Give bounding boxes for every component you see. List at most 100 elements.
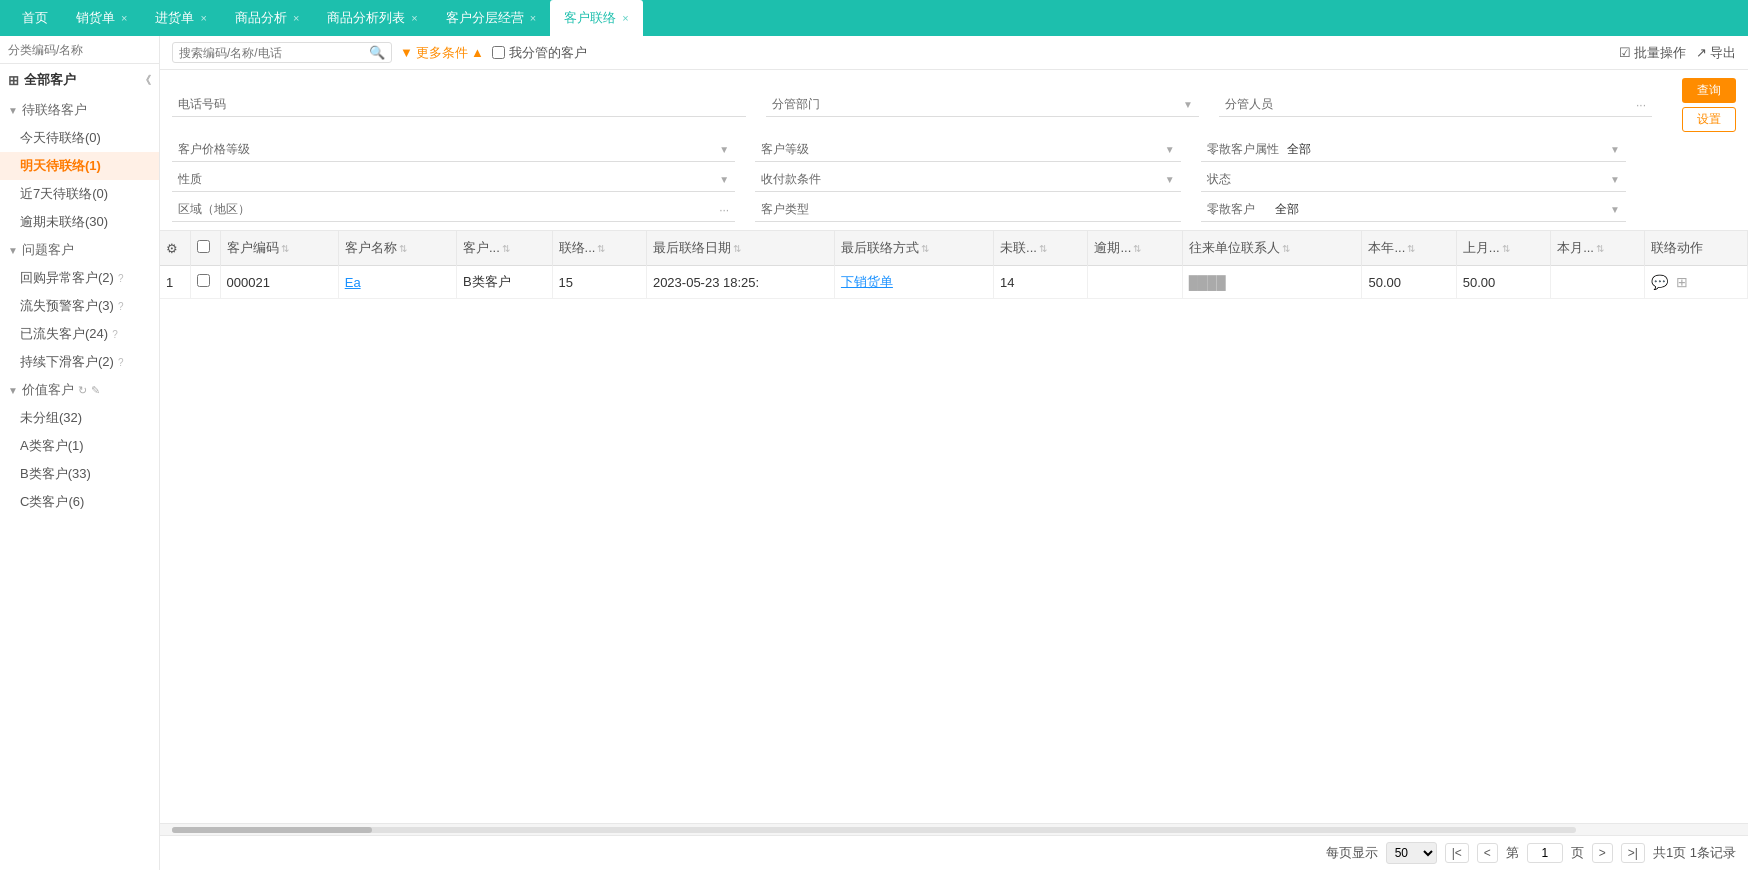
nav-item-analysis[interactable]: 商品分析 ×	[221, 0, 313, 36]
sidebar-item-7days[interactable]: 近7天待联络(0)	[0, 180, 159, 208]
refresh-icon[interactable]: ↻	[78, 384, 87, 397]
select-all-checkbox[interactable]	[197, 240, 210, 253]
cell-name[interactable]: Ea	[338, 266, 456, 299]
last-method-link[interactable]: 下销货单	[841, 274, 893, 289]
filter-retail-attr[interactable]: 零散客户属性 全部 ▼	[1201, 138, 1626, 162]
col-overdue[interactable]: 逾期...⇅	[1088, 231, 1182, 266]
row-checkbox[interactable]	[197, 274, 210, 287]
sidebar-item-overdue[interactable]: 逾期未联络(30)	[0, 208, 159, 236]
retail-customer-dropdown-icon[interactable]: ▼	[1610, 204, 1620, 215]
qr-icon[interactable]: ⊞	[1676, 274, 1688, 290]
collapse-icon[interactable]: 《	[140, 73, 151, 88]
col-this-year[interactable]: 本年...⇅	[1362, 231, 1456, 266]
col-checkbox[interactable]	[190, 231, 220, 266]
sort-uncontacted-icon: ⇅	[1039, 243, 1047, 254]
close-sales-icon[interactable]: ×	[121, 12, 127, 24]
col-type[interactable]: 客户...⇅	[456, 231, 552, 266]
sidebar-search-input[interactable]	[8, 43, 158, 57]
close-analysis-list-icon[interactable]: ×	[411, 12, 417, 24]
my-customers-checkbox[interactable]	[492, 46, 505, 59]
col-contact-person[interactable]: 往来单位联系人⇅	[1182, 231, 1362, 266]
nav-item-analysis-list[interactable]: 商品分析列表 ×	[313, 0, 431, 36]
close-purchase-icon[interactable]: ×	[200, 12, 206, 24]
nav-item-customer-contact[interactable]: 客户联络 ×	[550, 0, 642, 36]
my-customers-checkbox-label[interactable]: 我分管的客户	[492, 44, 587, 62]
filter-region[interactable]: 区域（地区） ···	[172, 198, 735, 222]
nav-item-purchase[interactable]: 进货单 ×	[141, 0, 220, 36]
col-last-date[interactable]: 最后联络日期⇅	[646, 231, 834, 266]
edit-group-icon[interactable]: ✎	[91, 384, 100, 397]
filter-customer-level[interactable]: 客户等级 ▼	[755, 138, 1180, 162]
payment-dropdown-icon[interactable]: ▼	[1165, 174, 1175, 185]
filter-status[interactable]: 状态 ▼	[1201, 168, 1626, 192]
col-settings[interactable]: ⚙	[160, 231, 190, 266]
help-icon3[interactable]: ?	[112, 329, 118, 340]
nav-item-home[interactable]: 首页	[8, 0, 62, 36]
scrollbar-thumb[interactable]	[172, 827, 372, 833]
toolbar-search-button[interactable]: 🔍	[369, 45, 385, 60]
sidebar-item-tomorrow[interactable]: 明天待联络(1)	[0, 152, 159, 180]
sidebar-item-churned[interactable]: 已流失客户(24) ?	[0, 320, 159, 348]
filter-dept[interactable]: 分管部门 ▼	[766, 93, 1199, 117]
col-code[interactable]: 客户编码⇅	[220, 231, 338, 266]
person-dots-icon[interactable]: ···	[1636, 98, 1646, 112]
sidebar-item-class-a[interactable]: A类客户(1)	[0, 432, 159, 460]
message-icon[interactable]: 💬	[1651, 274, 1668, 290]
query-button[interactable]: 查询	[1682, 78, 1736, 103]
horizontal-scrollbar[interactable]	[160, 823, 1748, 835]
next-page-btn[interactable]: >	[1592, 843, 1613, 863]
customer-level-dropdown-icon[interactable]: ▼	[1165, 144, 1175, 155]
filter-customer-type[interactable]: 客户类型	[755, 198, 1180, 222]
col-name[interactable]: 客户名称⇅	[338, 231, 456, 266]
nav-item-sales[interactable]: 销货单 ×	[62, 0, 141, 36]
sidebar-item-unclassified[interactable]: 未分组(32)	[0, 404, 159, 432]
help-icon1[interactable]: ?	[118, 273, 124, 284]
close-analysis-icon[interactable]: ×	[293, 12, 299, 24]
sidebar-item-class-c[interactable]: C类客户(6)	[0, 488, 159, 516]
filter-retail-customer[interactable]: 零散客户 全部 ▼	[1201, 198, 1626, 222]
col-this-month[interactable]: 本月...⇅	[1551, 231, 1645, 266]
per-page-select[interactable]: 50 100 200	[1386, 842, 1437, 864]
sidebar-group-problem[interactable]: ▼ 问题客户	[0, 236, 159, 264]
last-page-btn[interactable]: >|	[1621, 843, 1645, 863]
all-customers-header[interactable]: ⊞ 全部客户 《	[0, 64, 159, 96]
col-last-method[interactable]: 最后联络方式⇅	[834, 231, 993, 266]
page-number-input[interactable]	[1527, 843, 1563, 863]
more-conditions-btn[interactable]: ▼ 更多条件 ▲	[400, 44, 484, 62]
region-dots-icon[interactable]: ···	[719, 203, 729, 217]
toolbar-search-input[interactable]	[179, 46, 369, 60]
nature-dropdown-icon[interactable]: ▼	[719, 174, 729, 185]
retail-attr-dropdown-icon[interactable]: ▼	[1610, 144, 1620, 155]
cell-checkbox[interactable]	[190, 266, 220, 299]
help-icon2[interactable]: ?	[118, 301, 124, 312]
col-contact-count[interactable]: 联络...⇅	[552, 231, 646, 266]
nav-item-customer-tier[interactable]: 客户分层经营 ×	[432, 0, 550, 36]
sidebar-item-class-b[interactable]: B类客户(33)	[0, 460, 159, 488]
filter-person[interactable]: 分管人员 ···	[1219, 93, 1652, 117]
sidebar-group-value[interactable]: ▼ 价值客户 ↻ ✎	[0, 376, 159, 404]
close-customer-tier-icon[interactable]: ×	[530, 12, 536, 24]
filter-price-level[interactable]: 客户价格等级 ▼	[172, 138, 735, 162]
col-uncontacted[interactable]: 未联...⇅	[994, 231, 1088, 266]
export-button[interactable]: ↗ 导出	[1696, 44, 1736, 62]
prev-page-btn[interactable]: <	[1477, 843, 1498, 863]
close-customer-contact-icon[interactable]: ×	[622, 12, 628, 24]
dept-dropdown-icon[interactable]: ▼	[1183, 99, 1193, 110]
sidebar-item-churn-warning[interactable]: 流失预警客户(3) ?	[0, 292, 159, 320]
sidebar-item-declining[interactable]: 持续下滑客户(2) ?	[0, 348, 159, 376]
sidebar-item-repurchase-anomaly[interactable]: 回购异常客户(2) ?	[0, 264, 159, 292]
cell-last-method[interactable]: 下销货单	[834, 266, 993, 299]
batch-ops-button[interactable]: ☑ 批量操作	[1619, 44, 1686, 62]
price-level-dropdown-icon[interactable]: ▼	[719, 144, 729, 155]
set-button[interactable]: 设置	[1682, 107, 1736, 132]
sidebar-group-pending[interactable]: ▼ 待联络客户	[0, 96, 159, 124]
filter-payment[interactable]: 收付款条件 ▼	[755, 168, 1180, 192]
col-last-month[interactable]: 上月...⇅	[1456, 231, 1550, 266]
sidebar-item-today[interactable]: 今天待联络(0)	[0, 124, 159, 152]
customer-name-link[interactable]: Ea	[345, 275, 361, 290]
table-container: ⚙ 客户编码⇅ 客户名称⇅ 客户...⇅ 联络...⇅ 最后联络日期⇅ 最后联络…	[160, 231, 1748, 823]
filter-nature[interactable]: 性质 ▼	[172, 168, 735, 192]
help-icon4[interactable]: ?	[118, 357, 124, 368]
first-page-btn[interactable]: |<	[1445, 843, 1469, 863]
status-dropdown-icon[interactable]: ▼	[1610, 174, 1620, 185]
